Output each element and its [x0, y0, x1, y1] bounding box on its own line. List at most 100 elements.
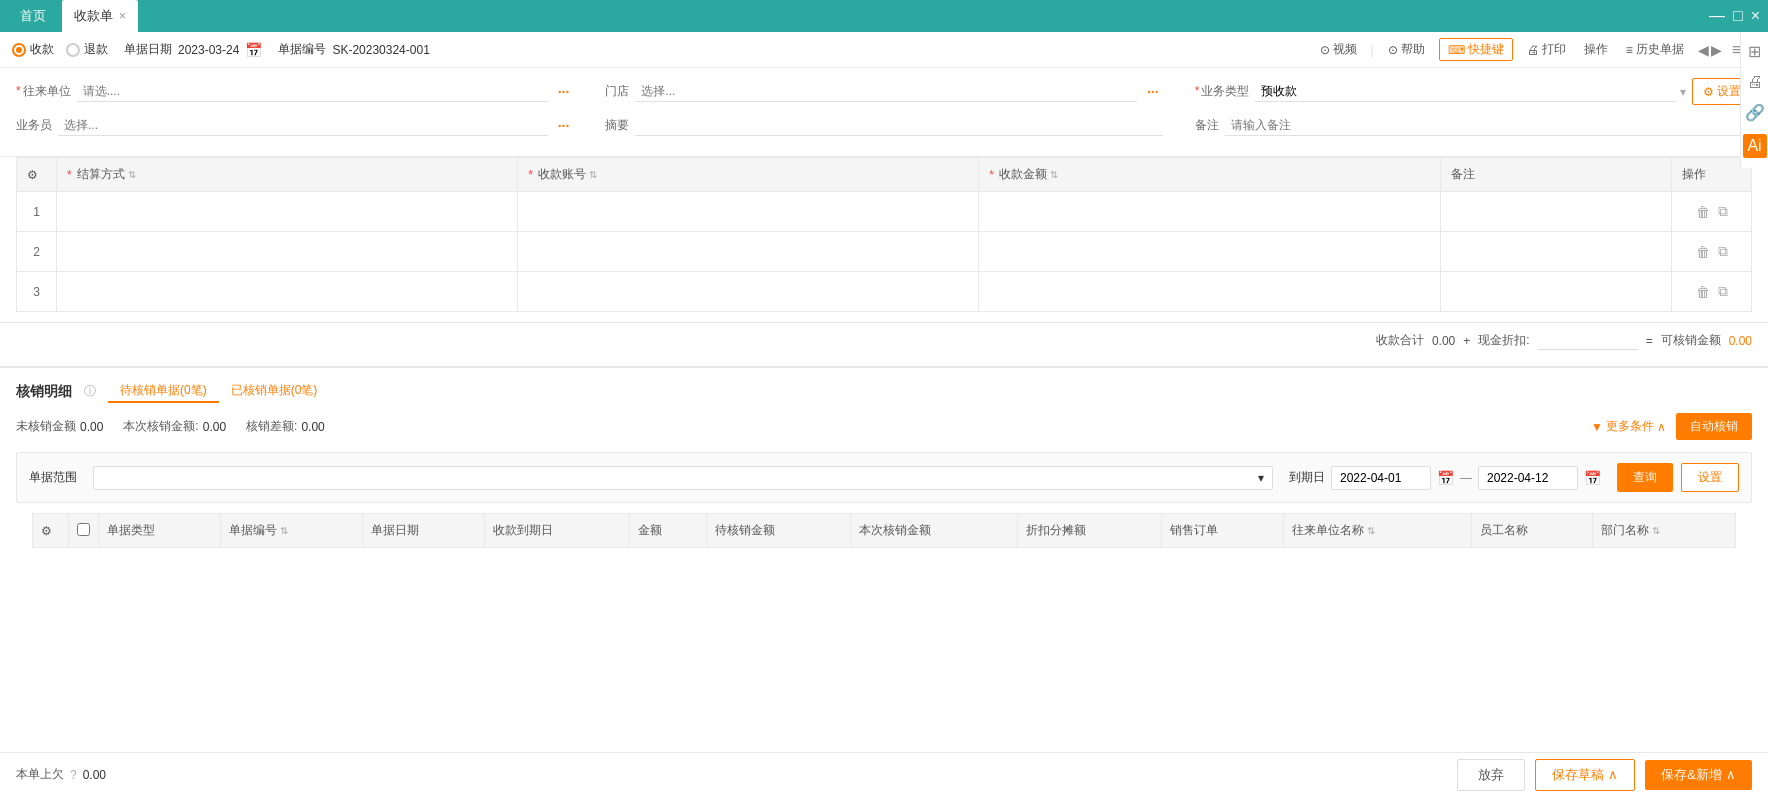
form-row-1: *往来单位 ··· 门店 ··· *业务类型 ▾ [16, 78, 1752, 105]
window-maximize[interactable]: □ [1733, 7, 1743, 25]
tab-active[interactable]: 收款单 × [62, 0, 138, 32]
row-amount[interactable] [979, 232, 1440, 272]
date-from-input[interactable] [1331, 466, 1431, 490]
row-amount[interactable] [979, 272, 1440, 312]
sidebar-table-icon[interactable]: ⊞ [1748, 42, 1761, 61]
delete-icon[interactable]: 🗑 [1696, 204, 1710, 220]
right-sidebar: ⊞ 🖨 🔗 Ai [1740, 32, 1768, 168]
this-time-stat: 本次核销金额: 0.00 [123, 418, 226, 435]
bottom-col-counterpart: 往来单位名称⇅ [1284, 514, 1472, 548]
radio-refund[interactable]: 退款 [66, 41, 108, 58]
print-btn[interactable]: 🖨 打印 [1523, 39, 1570, 60]
chevron-down-icon[interactable]: ▾ [1680, 85, 1686, 99]
filter-settings-btn[interactable]: 设置 [1681, 463, 1739, 492]
hexiao-tabs: 待核销单据(0笔) 已核销单据(0笔) [108, 380, 329, 403]
radio-refund-label: 退款 [84, 41, 108, 58]
window-close[interactable]: × [1751, 7, 1760, 25]
info-icon[interactable]: ⓘ [84, 383, 96, 400]
query-btn[interactable]: 查询 [1617, 463, 1673, 492]
row-amount[interactable] [979, 192, 1440, 232]
tab-close-icon[interactable]: × [119, 0, 126, 32]
row-settlement[interactable] [57, 232, 518, 272]
salesperson-field: 业务员 ··· [16, 115, 573, 136]
quota-info-icon[interactable]: ? [70, 768, 77, 782]
abandon-btn[interactable]: 放弃 [1457, 759, 1525, 791]
tab-pending[interactable]: 待核销单据(0笔) [108, 380, 219, 403]
more-conditions-label: 更多条件 [1606, 418, 1654, 435]
discount-input[interactable] [1538, 331, 1638, 350]
counterpart-more-btn[interactable]: ··· [554, 84, 574, 100]
summary-input[interactable] [635, 115, 1162, 136]
bottom-col-type: 单据类型 [99, 514, 221, 548]
save-draft-btn[interactable]: 保存草稿 ∧ [1535, 759, 1635, 791]
bottom-gear-icon[interactable]: ⚙ [41, 524, 52, 538]
toolbar: 收款 退款 单据日期 2023-03-24 📅 单据编号 SK-20230324… [0, 32, 1768, 68]
sidebar-ai-icon[interactable]: Ai [1743, 134, 1767, 158]
copy-icon[interactable]: ⧉ [1718, 283, 1728, 300]
notes-input[interactable] [1225, 115, 1752, 136]
salesperson-input[interactable] [58, 115, 548, 136]
notes-field: 备注 [1195, 115, 1752, 136]
save-chevron-icon: ∧ [1726, 767, 1736, 782]
tab-done[interactable]: 已核销单据(0笔) [219, 380, 330, 403]
save-new-btn[interactable]: 保存&新增 ∧ [1645, 760, 1752, 790]
sidebar-print-icon[interactable]: 🖨 [1747, 73, 1763, 91]
radio-receipt[interactable]: 收款 [12, 41, 54, 58]
range-select[interactable]: ▾ [93, 466, 1273, 490]
save-label: 保存&新增 [1661, 766, 1722, 784]
row-settlement[interactable] [57, 272, 518, 312]
net-label: 可核销金额 [1661, 332, 1721, 349]
radio-refund-circle [66, 43, 80, 57]
date-field: 单据日期 2023-03-24 📅 [124, 41, 262, 58]
row-settlement[interactable] [57, 192, 518, 232]
salesperson-label: 业务员 [16, 117, 52, 134]
row-account[interactable] [518, 232, 979, 272]
prev-arrow[interactable]: ◀ [1698, 42, 1709, 58]
select-all-checkbox[interactable] [77, 523, 90, 536]
next-arrow[interactable]: ▶ [1711, 42, 1722, 58]
cal-from-icon[interactable]: 📅 [1437, 470, 1454, 486]
row-notes[interactable] [1440, 192, 1671, 232]
date-to-input[interactable] [1478, 466, 1578, 490]
shop-input[interactable] [635, 81, 1137, 102]
bottom-col-due-date: 收款到期日 [485, 514, 629, 548]
operations-label: 操作 [1584, 41, 1608, 58]
bottom-col-settings: ⚙ [33, 514, 69, 548]
row-account[interactable] [518, 272, 979, 312]
due-date-label: 到期日 [1289, 469, 1325, 486]
salesperson-more-btn[interactable]: ··· [554, 118, 574, 134]
cal-to-icon[interactable]: 📅 [1584, 470, 1601, 486]
table-gear-icon[interactable]: ⚙ [27, 168, 38, 182]
row-num: 1 [17, 192, 57, 232]
calendar-icon[interactable]: 📅 [245, 42, 262, 58]
auto-hexiao-btn[interactable]: 自动核销 [1676, 413, 1752, 440]
number-field: 单据编号 SK-20230324-001 [278, 41, 429, 58]
more-conditions-btn[interactable]: ▼ 更多条件 ∧ [1591, 418, 1666, 435]
operations-btn[interactable]: 操作 [1580, 39, 1612, 60]
copy-icon[interactable]: ⧉ [1718, 243, 1728, 260]
shortcut-btn[interactable]: ⌨ 快捷键 [1439, 38, 1513, 61]
row-account[interactable] [518, 192, 979, 232]
shop-more-btn[interactable]: ··· [1143, 84, 1163, 100]
window-minimize[interactable]: — [1709, 7, 1725, 25]
hexiao-title: 核销明细 [16, 383, 72, 401]
shop-field: 门店 ··· [605, 81, 1162, 102]
date-separator: — [1460, 471, 1472, 485]
counterpart-input[interactable] [77, 81, 548, 102]
quota-value: 0.00 [83, 768, 106, 782]
copy-icon[interactable]: ⧉ [1718, 203, 1728, 220]
quota-label: 本单上欠 [16, 766, 64, 783]
row-notes[interactable] [1440, 272, 1671, 312]
tab-home[interactable]: 首页 [8, 0, 58, 32]
row-notes[interactable] [1440, 232, 1671, 272]
this-time-label: 本次核销金额: [123, 418, 198, 435]
business-type-value[interactable] [1255, 81, 1676, 102]
delete-icon[interactable]: 🗑 [1696, 284, 1710, 300]
help-btn[interactable]: ⊙ 帮助 [1384, 39, 1429, 60]
sidebar-link-icon[interactable]: 🔗 [1745, 103, 1765, 122]
delete-icon[interactable]: 🗑 [1696, 244, 1710, 260]
history-btn[interactable]: ≡ 历史单据 [1622, 39, 1688, 60]
diff-label: 核销差额: [246, 418, 297, 435]
filter-date: 到期日 📅 — 📅 [1289, 466, 1601, 490]
video-btn[interactable]: ⊙ 视频 [1316, 39, 1361, 60]
